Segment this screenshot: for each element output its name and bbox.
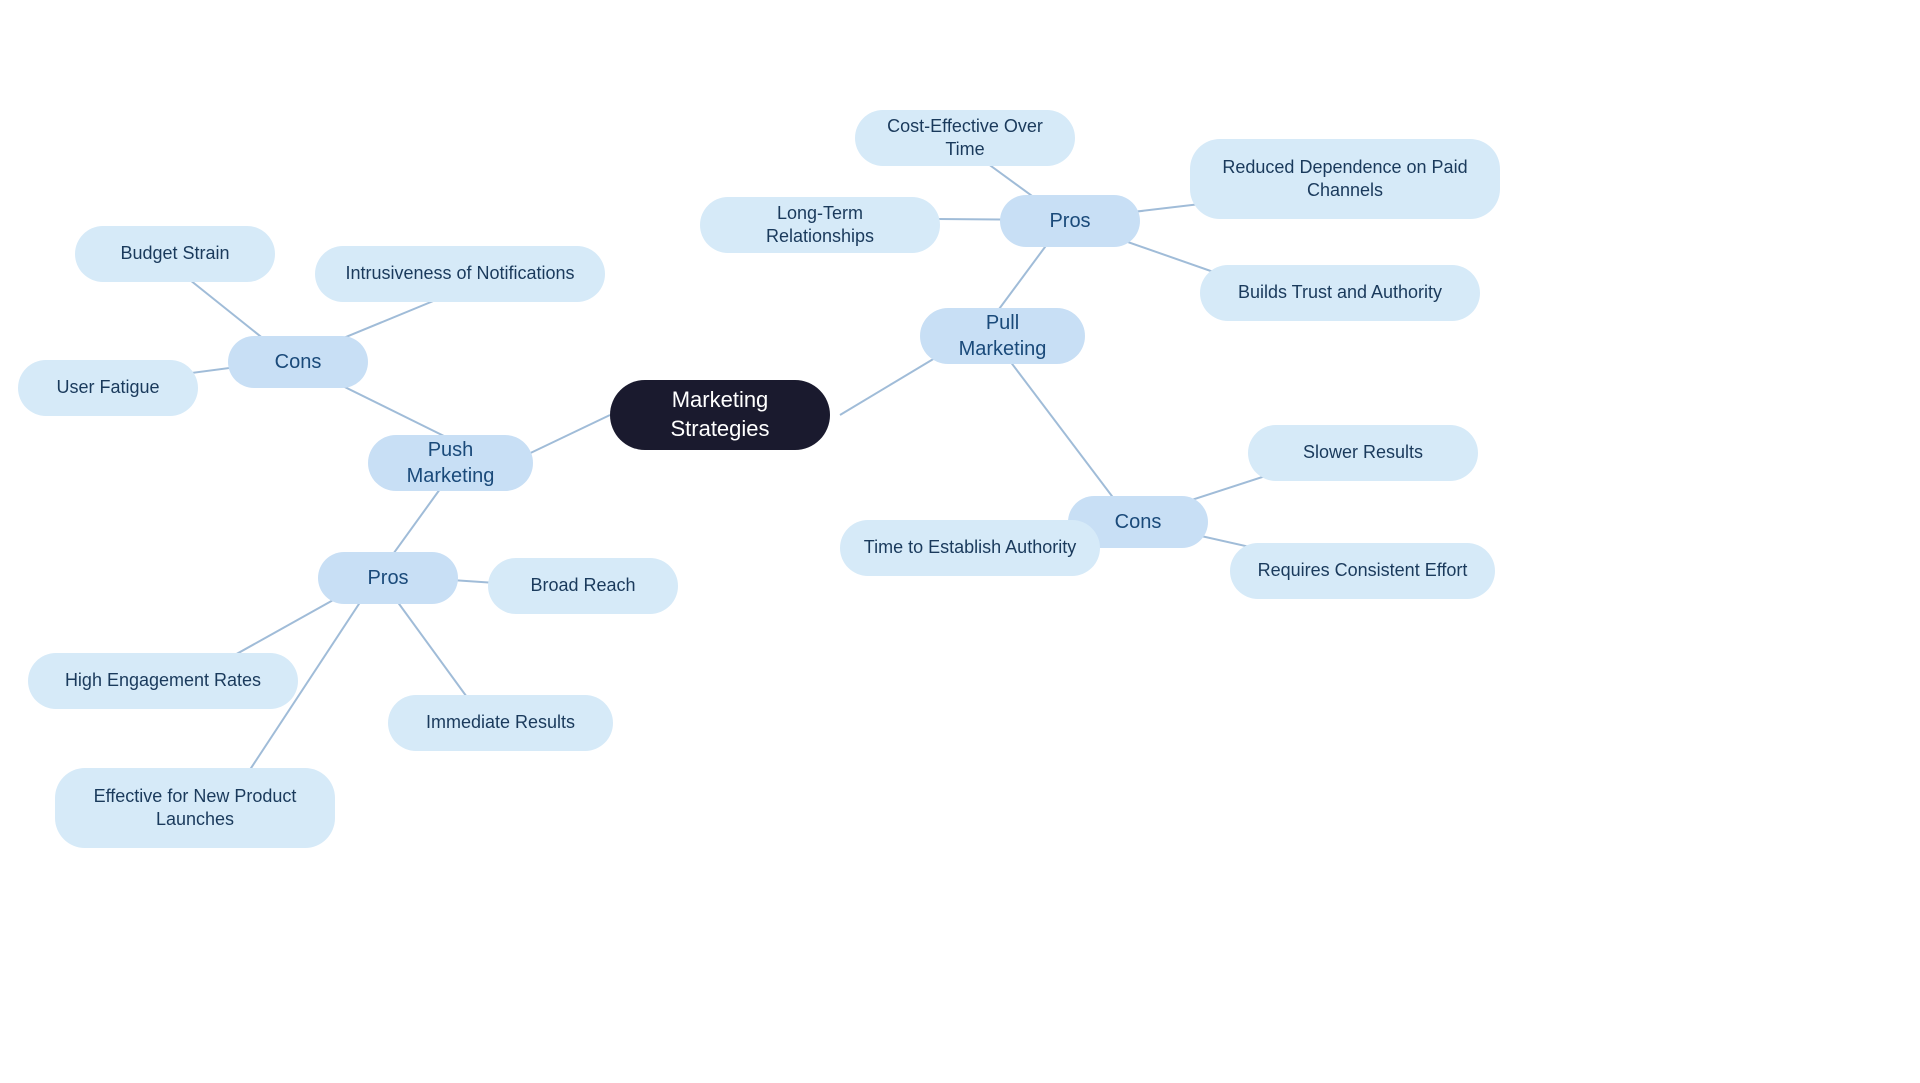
- center-label: Marketing Strategies: [650, 386, 790, 443]
- time-establish-node: Time to Establish Authority: [840, 520, 1100, 576]
- reduced-dependence-node: Reduced Dependence on Paid Channels: [1190, 139, 1500, 219]
- requires-effort-label: Requires Consistent Effort: [1258, 559, 1468, 582]
- builds-trust-node: Builds Trust and Authority: [1200, 265, 1480, 321]
- immediate-results-label: Immediate Results: [426, 711, 575, 734]
- long-term-label: Long-Term Relationships: [722, 202, 918, 249]
- slower-results-node: Slower Results: [1248, 425, 1478, 481]
- time-establish-label: Time to Establish Authority: [864, 536, 1076, 559]
- broad-reach-node: Broad Reach: [488, 558, 678, 614]
- user-fatigue-node: User Fatigue: [18, 360, 198, 416]
- reduced-dependence-label: Reduced Dependence on Paid Channels: [1212, 156, 1478, 203]
- intrusiveness-node: Intrusiveness of Notifications: [315, 246, 605, 302]
- pull-marketing-node: Pull Marketing: [920, 308, 1085, 364]
- budget-strain-label: Budget Strain: [120, 242, 229, 265]
- push-pros-label: Pros: [367, 565, 408, 591]
- immediate-results-node: Immediate Results: [388, 695, 613, 751]
- pull-pros-label: Pros: [1049, 208, 1090, 234]
- pull-cons-label: Cons: [1115, 509, 1162, 535]
- effective-launches-label: Effective for New Product Launches: [77, 785, 313, 832]
- requires-effort-node: Requires Consistent Effort: [1230, 543, 1495, 599]
- push-cons-node: Cons: [228, 336, 368, 388]
- effective-launches-node: Effective for New Product Launches: [55, 768, 335, 848]
- push-marketing-label: Push Marketing: [394, 437, 507, 489]
- long-term-node: Long-Term Relationships: [700, 197, 940, 253]
- high-engagement-label: High Engagement Rates: [65, 669, 261, 692]
- center-node: Marketing Strategies: [610, 380, 830, 450]
- cost-effective-label: Cost-Effective Over Time: [877, 115, 1053, 162]
- builds-trust-label: Builds Trust and Authority: [1238, 281, 1442, 304]
- cost-effective-node: Cost-Effective Over Time: [855, 110, 1075, 166]
- user-fatigue-label: User Fatigue: [56, 376, 159, 399]
- pull-marketing-label: Pull Marketing: [946, 310, 1059, 362]
- budget-strain-node: Budget Strain: [75, 226, 275, 282]
- push-marketing-node: Push Marketing: [368, 435, 533, 491]
- broad-reach-label: Broad Reach: [530, 574, 635, 597]
- intrusiveness-label: Intrusiveness of Notifications: [345, 262, 574, 285]
- high-engagement-node: High Engagement Rates: [28, 653, 298, 709]
- push-cons-label: Cons: [275, 349, 322, 375]
- push-pros-node: Pros: [318, 552, 458, 604]
- pull-pros-node: Pros: [1000, 195, 1140, 247]
- slower-results-label: Slower Results: [1303, 441, 1423, 464]
